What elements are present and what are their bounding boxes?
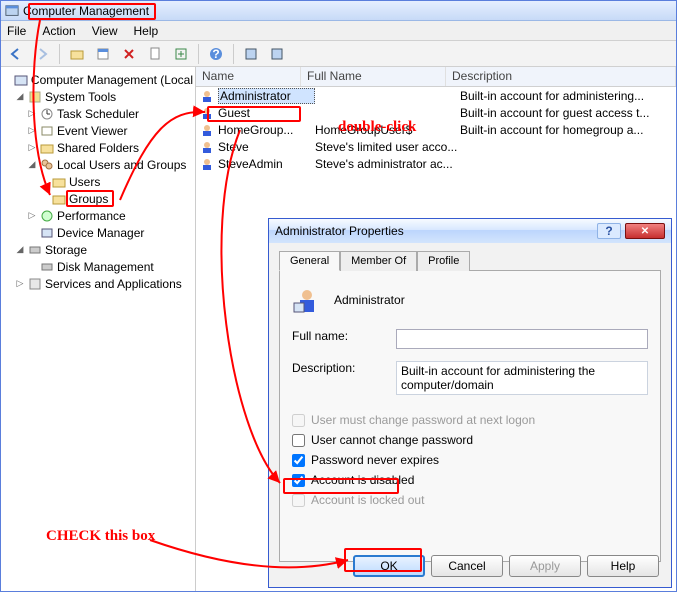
tab-memberof[interactable]: Member Of <box>340 251 417 271</box>
titlebar[interactable]: Computer Management <box>1 1 676 21</box>
tree-storage[interactable]: ◢Storage <box>3 241 193 258</box>
tree-shared-folders[interactable]: ▷Shared Folders <box>3 139 193 156</box>
checkbox-locked-input <box>292 494 305 507</box>
description-label: Description: <box>292 361 396 375</box>
checkbox-disabled[interactable]: Account is disabled <box>292 473 648 487</box>
dialog-help-button[interactable]: ? <box>597 223 621 239</box>
user-icon <box>200 157 214 171</box>
user-fullname: HomeGroupUser$ <box>315 123 460 137</box>
dialog-close-button[interactable]: ✕ <box>625 223 665 239</box>
ok-button[interactable]: OK <box>353 555 425 577</box>
menu-action[interactable]: Action <box>42 24 75 38</box>
tree-panel: Computer Management (Local ◢System Tools… <box>1 67 196 591</box>
apply-button[interactable]: Apply <box>509 555 581 577</box>
tree-disk-management[interactable]: Disk Management <box>3 258 193 275</box>
app-icon <box>5 4 19 18</box>
tree-users[interactable]: Users <box>3 173 193 190</box>
user-icon <box>292 285 322 315</box>
user-name: Administrator <box>218 88 315 104</box>
user-row[interactable]: SteveSteve's limited user acco... <box>196 138 676 155</box>
user-name: Guest <box>218 106 315 120</box>
checkbox-cannotchange-input[interactable] <box>292 434 305 447</box>
checkbox-neverexpire[interactable]: Password never expires <box>292 453 648 467</box>
user-fullname: Steve's limited user acco... <box>315 140 460 154</box>
svg-text:?: ? <box>212 47 219 61</box>
user-icon <box>200 140 214 154</box>
tree-groups[interactable]: Groups <box>3 190 193 207</box>
help-button-dlg[interactable]: Help <box>587 555 659 577</box>
cancel-button[interactable]: Cancel <box>431 555 503 577</box>
checkbox-mustchange-input <box>292 414 305 427</box>
new-folder-button[interactable] <box>66 43 88 65</box>
user-description: Built-in account for homegroup a... <box>460 123 676 137</box>
refresh-button[interactable] <box>144 43 166 65</box>
export-button[interactable] <box>170 43 192 65</box>
toolbar: ? <box>1 41 676 67</box>
user-name: Steve <box>218 140 315 154</box>
tree-system-tools[interactable]: ◢System Tools <box>3 88 193 105</box>
user-row[interactable]: Guest Built-in account for guest access t… <box>196 104 676 121</box>
user-row[interactable]: SteveAdminSteve's administrator ac... <box>196 155 676 172</box>
menubar: File Action View Help <box>1 21 676 41</box>
help-button[interactable]: ? <box>205 43 227 65</box>
nav-back-button[interactable] <box>5 43 27 65</box>
user-name: SteveAdmin <box>218 157 315 171</box>
column-description[interactable]: Description <box>446 67 676 86</box>
fullname-input[interactable] <box>396 329 648 349</box>
column-name[interactable]: Name <box>196 67 301 86</box>
user-icon <box>200 89 214 103</box>
tree-task-scheduler[interactable]: ▷Task Scheduler <box>3 105 193 122</box>
properties-dialog: Administrator Properties ? ✕ General Mem… <box>268 218 672 588</box>
tree-services-apps[interactable]: ▷Services and Applications <box>3 275 193 292</box>
tab-profile[interactable]: Profile <box>417 251 470 271</box>
user-row[interactable]: HomeGroup...HomeGroupUser$Built-in accou… <box>196 121 676 138</box>
tree-root[interactable]: Computer Management (Local <box>3 71 193 88</box>
menu-help[interactable]: Help <box>134 24 159 38</box>
dialog-titlebar[interactable]: Administrator Properties ? ✕ <box>269 219 671 243</box>
toolbar-separator <box>59 44 60 64</box>
dialog-tabs: General Member Of Profile <box>279 251 661 271</box>
dialog-buttons: OK Cancel Apply Help <box>269 555 671 577</box>
checkbox-locked: Account is locked out <box>292 493 648 507</box>
checkbox-cannotchange[interactable]: User cannot change password <box>292 433 648 447</box>
stop-button[interactable] <box>240 43 262 65</box>
tree-performance[interactable]: ▷Performance <box>3 207 193 224</box>
user-description: Built-in account for administering... <box>460 89 676 103</box>
user-icon <box>200 106 214 120</box>
fullname-label: Full name: <box>292 329 396 343</box>
menu-file[interactable]: File <box>7 24 26 38</box>
toolbar-separator <box>233 44 234 64</box>
tree-local-users-groups[interactable]: ◢Local Users and Groups <box>3 156 193 173</box>
tree-event-viewer[interactable]: ▷Event Viewer <box>3 122 193 139</box>
dialog-title: Administrator Properties <box>275 224 597 238</box>
user-name: HomeGroup... <box>218 123 315 137</box>
user-icon <box>200 123 214 137</box>
toolbar-separator <box>198 44 199 64</box>
user-fullname: Steve's administrator ac... <box>315 157 460 171</box>
tab-panel-general: Administrator Full name: Description: Bu… <box>279 270 661 562</box>
checkbox-disabled-input[interactable] <box>292 474 305 487</box>
tree-device-manager[interactable]: Device Manager <box>3 224 193 241</box>
menu-view[interactable]: View <box>92 24 118 38</box>
delete-button[interactable] <box>118 43 140 65</box>
checkbox-mustchange: User must change password at next logon <box>292 413 648 427</box>
action-button[interactable] <box>266 43 288 65</box>
tab-general[interactable]: General <box>279 251 340 271</box>
dialog-username: Administrator <box>334 293 405 307</box>
column-fullname[interactable]: Full Name <box>301 67 446 86</box>
description-text[interactable]: Built-in account for administering the c… <box>396 361 648 395</box>
user-description: Built-in account for guest access t... <box>460 106 676 120</box>
nav-forward-button[interactable] <box>31 43 53 65</box>
properties-button[interactable] <box>92 43 114 65</box>
checkbox-neverexpire-input[interactable] <box>292 454 305 467</box>
window-title: Computer Management <box>23 4 149 18</box>
list-header: Name Full Name Description <box>196 67 676 87</box>
user-row[interactable]: Administrator Built-in account for admini… <box>196 87 676 104</box>
